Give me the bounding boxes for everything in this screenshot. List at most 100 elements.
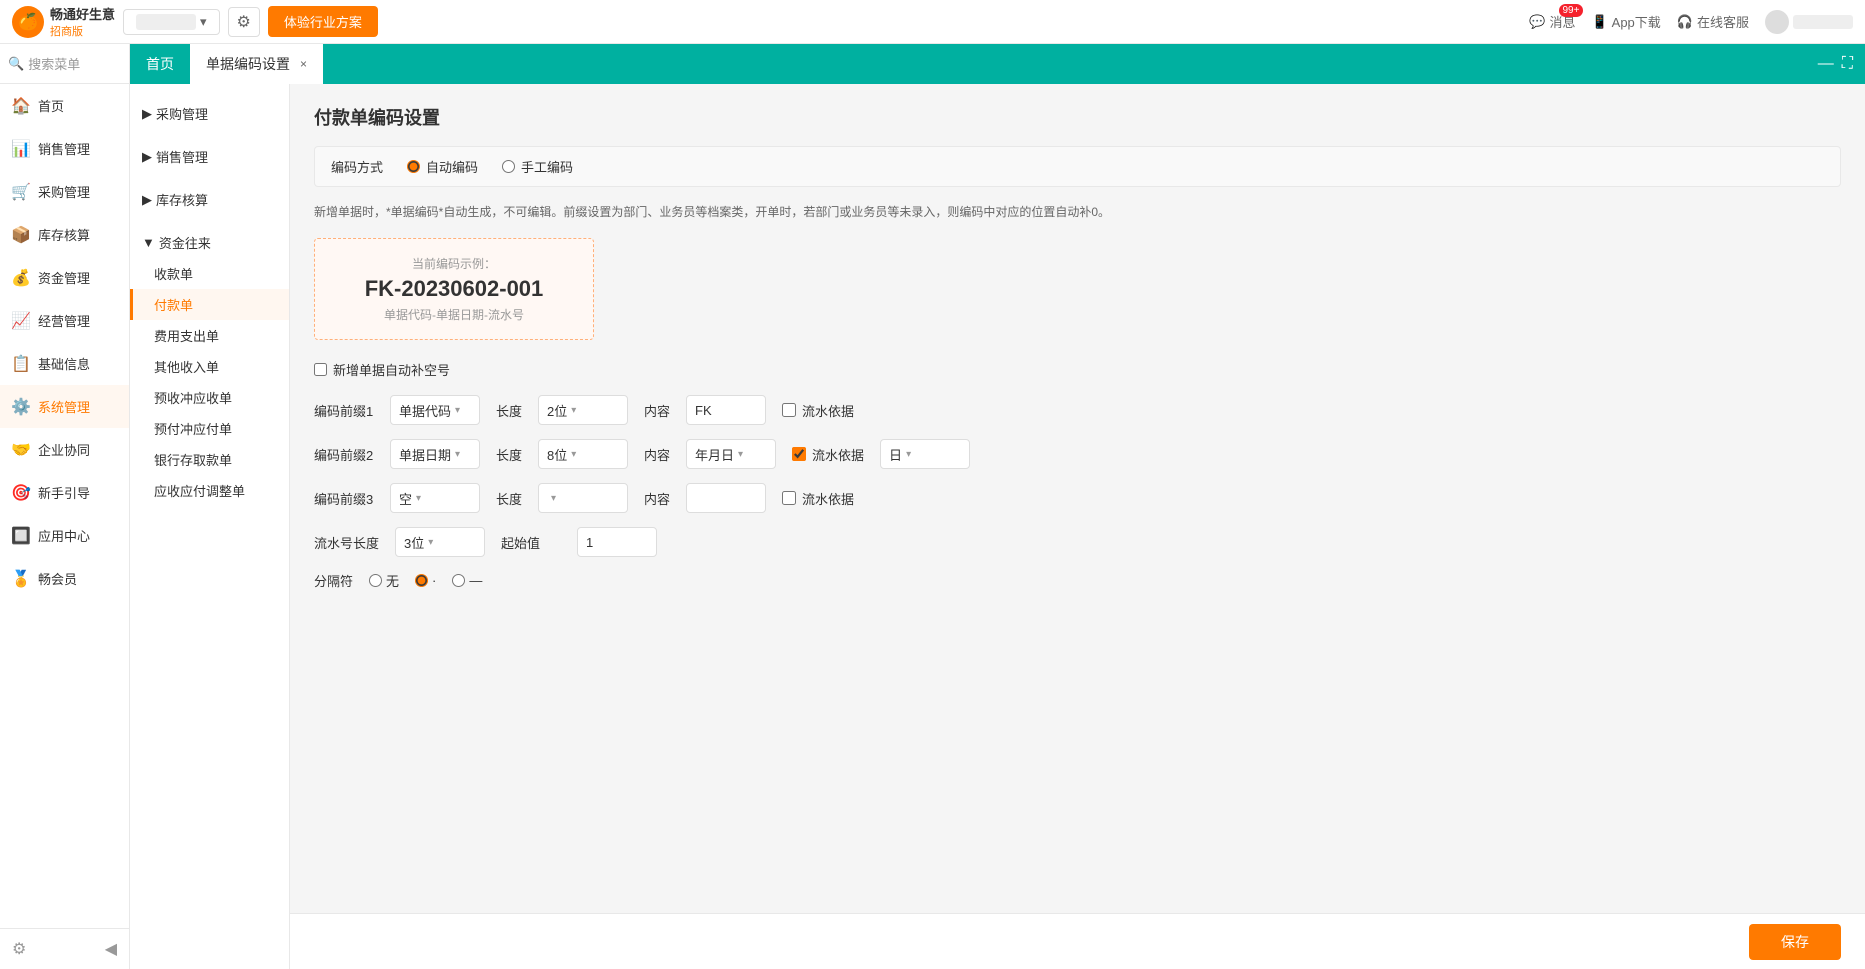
serial-len-label: 流水号长度 bbox=[314, 533, 379, 552]
prefix1-label: 编码前缀1 bbox=[314, 401, 374, 420]
chevron-down-icon3: ▾ bbox=[455, 405, 460, 416]
top-bar-right: 💬 消息 99+ 📱 App下载 🎧 在线客服 bbox=[1529, 10, 1853, 34]
chevron-down-icon11: ▾ bbox=[428, 537, 433, 548]
app-icon: 📱 bbox=[1591, 14, 1607, 30]
waterflow2-checkbox[interactable] bbox=[792, 447, 806, 461]
user-name bbox=[1793, 15, 1853, 29]
sec-header-sales[interactable]: ▶ 销售管理 bbox=[130, 141, 289, 172]
sec-header-capital[interactable]: ▼ 资金往来 bbox=[130, 227, 289, 258]
auto-fill-row[interactable]: 新增单据自动补空号 bbox=[314, 360, 1841, 379]
waterflow3-checkbox[interactable] bbox=[782, 491, 796, 505]
sec-sub-expense[interactable]: 费用支出单 bbox=[130, 320, 289, 351]
sidebar-item-sales[interactable]: 📊 销售管理 bbox=[0, 127, 129, 170]
tab-document-code[interactable]: 单据编码设置 × bbox=[190, 44, 323, 84]
sec-sub-prepay-receivable[interactable]: 预收冲应收单 bbox=[130, 382, 289, 413]
len1-select[interactable]: 2位 ▾ bbox=[538, 395, 628, 425]
content2-select[interactable]: 年月日 ▾ bbox=[686, 439, 776, 469]
prefix3-select[interactable]: 空 ▾ bbox=[390, 483, 480, 513]
system-icon: ⚙️ bbox=[12, 398, 30, 416]
sec-group-capital: ▼ 资金往来 收款单 付款单 费用支出单 其他收入单 bbox=[130, 221, 289, 512]
sec-sub-other-income[interactable]: 其他收入单 bbox=[130, 351, 289, 382]
sec-sub-payment[interactable]: 付款单 bbox=[130, 289, 289, 320]
prefix3-label: 编码前缀3 bbox=[314, 489, 374, 508]
len3-select[interactable]: ▾ bbox=[538, 483, 628, 513]
tab-bar: 首页 单据编码设置 × — ⛶ bbox=[130, 44, 1865, 84]
sidebar-item-operation[interactable]: 📈 经营管理 bbox=[0, 299, 129, 342]
message-badge: 99+ bbox=[1559, 4, 1584, 17]
tab-right-icons: — ⛶ bbox=[1818, 55, 1865, 73]
auto-fill-checkbox[interactable] bbox=[314, 363, 327, 376]
manual-code-radio[interactable] bbox=[502, 160, 515, 173]
sidebar-item-basic[interactable]: 📋 基础信息 bbox=[0, 342, 129, 385]
settings-icon[interactable]: ⚙ bbox=[228, 7, 260, 37]
trial-button[interactable]: 体验行业方案 bbox=[268, 6, 378, 37]
sep-none-radio[interactable] bbox=[369, 574, 382, 587]
len2-select[interactable]: 8位 ▾ bbox=[538, 439, 628, 469]
content3-input[interactable] bbox=[686, 483, 766, 513]
example-box: 当前编码示例： FK-20230602-001 单据代码-单据日期-流水号 bbox=[314, 238, 594, 340]
waterflow1-checkbox[interactable] bbox=[782, 403, 796, 417]
sep-dash-radio[interactable] bbox=[452, 574, 465, 587]
sec-sub-bank[interactable]: 银行存取款单 bbox=[130, 444, 289, 475]
sec-header-purchase[interactable]: ▶ 采购管理 bbox=[130, 98, 289, 129]
search-menu[interactable]: 🔍 搜索菜单 bbox=[0, 44, 129, 84]
auto-code-radio-label[interactable]: 自动编码 bbox=[407, 157, 478, 176]
minimize-icon[interactable]: — bbox=[1818, 55, 1834, 73]
online-service-button[interactable]: 🎧 在线客服 bbox=[1677, 12, 1749, 31]
chevron-down-icon2: ▼ bbox=[142, 235, 155, 250]
content1-input[interactable] bbox=[686, 395, 766, 425]
waterflow1-check[interactable]: 流水依据 bbox=[782, 401, 854, 420]
waterflow3-check[interactable]: 流水依据 bbox=[782, 489, 854, 508]
waterflow2-unit-select[interactable]: 日 ▾ bbox=[880, 439, 970, 469]
auto-code-radio[interactable] bbox=[407, 160, 420, 173]
code-method-row: 编码方式 自动编码 手工编码 bbox=[314, 146, 1841, 187]
sep-dot-option[interactable]: · bbox=[415, 573, 436, 588]
tab-home[interactable]: 首页 bbox=[130, 44, 190, 84]
chevron-down-icon4: ▾ bbox=[571, 405, 576, 416]
prefix2-select[interactable]: 单据日期 ▾ bbox=[390, 439, 480, 469]
guide-icon: 🎯 bbox=[12, 484, 30, 502]
chevron-down-icon6: ▾ bbox=[571, 449, 576, 460]
sec-sub-adjust[interactable]: 应收应付调整单 bbox=[130, 475, 289, 506]
finance-icon: 💰 bbox=[12, 269, 30, 287]
serial-row: 流水号长度 3位 ▾ 起始值 bbox=[314, 527, 1841, 557]
sidebar-item-system[interactable]: ⚙️ 系统管理 bbox=[0, 385, 129, 428]
len1-label: 长度 bbox=[496, 401, 522, 420]
sidebar-item-collab[interactable]: 🤝 企业协同 bbox=[0, 428, 129, 471]
manual-code-radio-label[interactable]: 手工编码 bbox=[502, 157, 573, 176]
secondary-sidebar: ▶ 采购管理 ▶ 销售管理 ▶ 库存核算 bbox=[130, 84, 290, 969]
start-val-label: 起始值 bbox=[501, 533, 561, 552]
expand-icon[interactable]: ⛶ bbox=[1842, 55, 1853, 73]
tab-close-icon[interactable]: × bbox=[300, 57, 307, 71]
sidebar-item-apps[interactable]: 🔲 应用中心 bbox=[0, 514, 129, 557]
prefix1-select[interactable]: 单据代码 ▾ bbox=[390, 395, 480, 425]
message-button[interactable]: 💬 消息 99+ bbox=[1529, 12, 1575, 31]
sep-none-option[interactable]: 无 bbox=[369, 571, 399, 590]
sidebar-item-member[interactable]: 🏅 畅会员 bbox=[0, 557, 129, 600]
sidebar: 🔍 搜索菜单 🏠 首页 📊 销售管理 🛒 采购管理 📦 库存核算 💰 资金管理 … bbox=[0, 44, 130, 969]
dropdown-button[interactable]: ▾ bbox=[123, 9, 220, 35]
waterflow2-check[interactable]: 流水依据 bbox=[792, 445, 864, 464]
app-download-button[interactable]: 📱 App下载 bbox=[1591, 12, 1660, 31]
prefix2-row: 编码前缀2 单据日期 ▾ 长度 8位 ▾ 内容 年月日 bbox=[314, 439, 1841, 469]
collapse-icon[interactable]: ◀ bbox=[105, 939, 117, 959]
sidebar-item-inventory[interactable]: 📦 库存核算 bbox=[0, 213, 129, 256]
sep-dash-option[interactable]: — bbox=[452, 573, 482, 588]
start-val-input[interactable] bbox=[577, 527, 657, 557]
save-button[interactable]: 保存 bbox=[1749, 924, 1841, 960]
sidebar-item-purchase[interactable]: 🛒 采购管理 bbox=[0, 170, 129, 213]
example-code: FK-20230602-001 bbox=[339, 276, 569, 302]
sidebar-item-home[interactable]: 🏠 首页 bbox=[0, 84, 129, 127]
chevron-right-icon3: ▶ bbox=[142, 192, 152, 208]
sec-sub-prepay-payable[interactable]: 预付冲应付单 bbox=[130, 413, 289, 444]
sec-header-inventory[interactable]: ▶ 库存核算 bbox=[130, 184, 289, 215]
sidebar-item-guide[interactable]: 🎯 新手引导 bbox=[0, 471, 129, 514]
sep-dot-radio[interactable] bbox=[415, 574, 428, 587]
sep-label: 分隔符 bbox=[314, 571, 353, 590]
sidebar-item-finance[interactable]: 💰 资金管理 bbox=[0, 256, 129, 299]
user-area[interactable] bbox=[1765, 10, 1853, 34]
settings-bottom-icon[interactable]: ⚙ bbox=[12, 939, 26, 959]
sec-sub-receipt[interactable]: 收款单 bbox=[130, 258, 289, 289]
len2-label: 长度 bbox=[496, 445, 522, 464]
serial-len-select[interactable]: 3位 ▾ bbox=[395, 527, 485, 557]
